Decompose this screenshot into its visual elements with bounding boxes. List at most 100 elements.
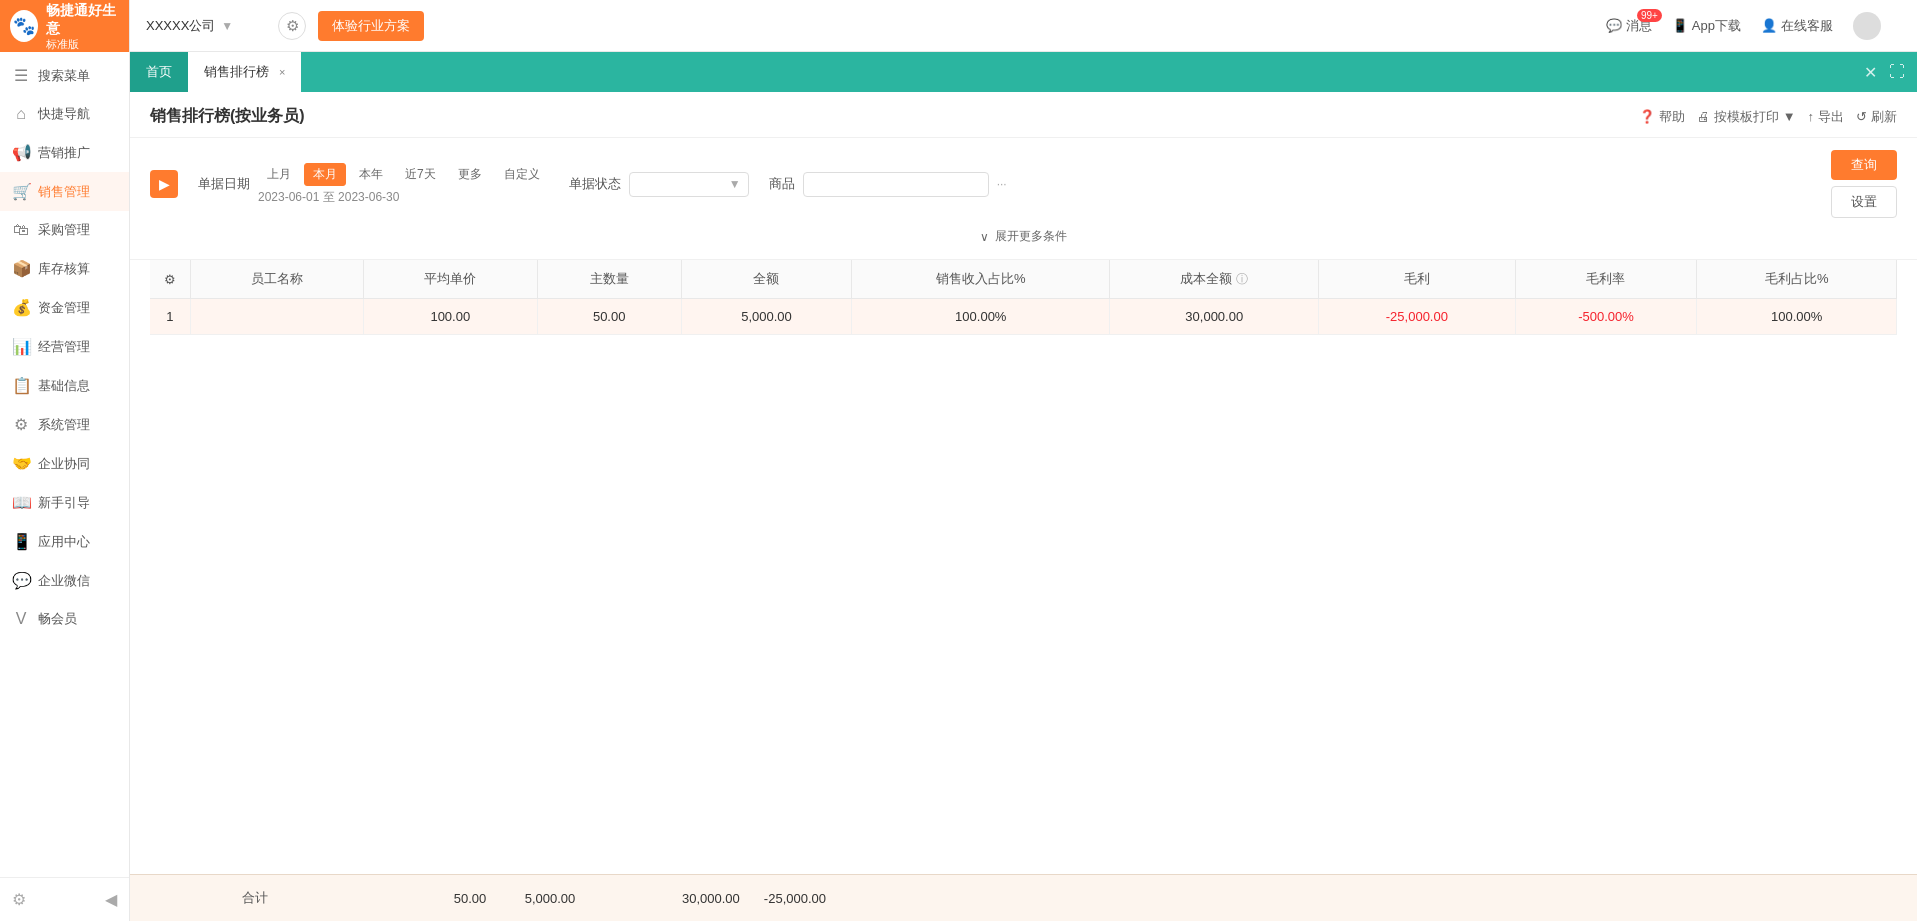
cost-info-icon[interactable]: ⓘ [1236, 272, 1248, 286]
date-btn-7days[interactable]: 近7天 [396, 163, 445, 186]
sidebar-item-应用中心[interactable]: 📱 应用中心 [0, 522, 129, 561]
sidebar-item-企业微信[interactable]: 💬 企业微信 [0, 561, 129, 600]
cell-qty-0: 50.00 [537, 299, 681, 335]
col-amount: 全额 [681, 260, 851, 299]
refresh-button[interactable]: ↺ 刷新 [1856, 108, 1897, 126]
sidebar-nav: ☰ 搜索菜单 ⌂ 快捷导航 📢 营销推广 🛒 销售管理 🛍 采购管理 📦 库存核… [0, 52, 129, 877]
messages-button[interactable]: 💬 消息 99+ [1606, 17, 1652, 35]
settings-gear-button[interactable]: ⚙ [278, 12, 306, 40]
sidebar-item-资金管理[interactable]: 💰 资金管理 [0, 288, 129, 327]
tab-bar-end: ✕ ⛶ [1864, 63, 1917, 82]
template-print-button[interactable]: 🖨 按模板打印 ▼ [1697, 108, 1796, 126]
refresh-icon: ↺ [1856, 109, 1867, 124]
sidebar-label-10: 企业协同 [38, 455, 90, 473]
footer-label: 合计 [230, 885, 350, 911]
sidebar-item-库存核算[interactable]: 📦 库存核算 [0, 249, 129, 288]
table-row: 1 100.00 50.00 5,000.00 100.00% 30,000.0… [150, 299, 1897, 335]
avatar[interactable] [1853, 12, 1881, 40]
sidebar-icon-0: ☰ [12, 66, 30, 85]
sidebar-item-搜索菜单[interactable]: ☰ 搜索菜单 [0, 56, 129, 95]
export-button[interactable]: ↑ 导出 [1808, 108, 1845, 126]
sidebar-item-新手引导[interactable]: 📖 新手引导 [0, 483, 129, 522]
sidebar-icon-9: ⚙ [12, 415, 30, 434]
settings-bottom-icon[interactable]: ⚙ [12, 890, 26, 909]
date-btn-last-month[interactable]: 上月 [258, 163, 300, 186]
date-btn-this-year[interactable]: 本年 [350, 163, 392, 186]
date-btn-custom[interactable]: 自定义 [495, 163, 549, 186]
col-settings-icon[interactable]: ⚙ [150, 260, 190, 299]
goods-input[interactable] [803, 172, 989, 197]
footer-gross-rate [838, 894, 918, 902]
sidebar-logo: 🐾 畅捷通好生意 标准版 [0, 0, 129, 52]
cell-gross-0: -25,000.00 [1319, 299, 1515, 335]
filter-bar: ▶ 单据日期 上月 本月 本年 近7天 更多 自定义 [130, 138, 1917, 260]
goods-more-icon[interactable]: ··· [997, 177, 1007, 191]
action-buttons: 查询 设置 [1831, 150, 1897, 218]
date-buttons: 上月 本月 本年 近7天 更多 自定义 [258, 163, 549, 186]
filter-toggle-button[interactable]: ▶ [150, 170, 178, 198]
sidebar-item-快捷导航[interactable]: ⌂ 快捷导航 [0, 95, 129, 133]
date-btn-more[interactable]: 更多 [449, 163, 491, 186]
collapse-sidebar-icon[interactable]: ◀ [105, 890, 117, 909]
footer-gross: -25,000.00 [752, 887, 838, 910]
col-gross-ratio: 毛利占比% [1697, 260, 1897, 299]
sidebar-item-企业协同[interactable]: 🤝 企业协同 [0, 444, 129, 483]
tab-close-window-icon[interactable]: ✕ [1864, 63, 1877, 82]
col-gross: 毛利 [1319, 260, 1515, 299]
sidebar-item-采购管理[interactable]: 🛍 采购管理 [0, 211, 129, 249]
sidebar-icon-8: 📋 [12, 376, 30, 395]
service-icon: 👤 [1761, 18, 1777, 33]
date-filter-label: 单据日期 [198, 175, 250, 193]
sidebar-icon-6: 💰 [12, 298, 30, 317]
status-filter-label: 单据状态 [569, 175, 621, 193]
tab-close-icon[interactable]: × [279, 66, 285, 78]
column-settings-button[interactable]: 设置 [1831, 186, 1897, 218]
tab-bar: 首页 销售排行榜 × ✕ ⛶ [130, 52, 1917, 92]
sidebar-label-9: 系统管理 [38, 416, 90, 434]
tab-maximize-icon[interactable]: ⛶ [1889, 63, 1905, 81]
footer-cost: 30,000.00 [670, 887, 752, 910]
footer-avg-price [350, 894, 430, 902]
sidebar-item-经营管理[interactable]: 📊 经营管理 [0, 327, 129, 366]
sidebar-icon-11: 📖 [12, 493, 30, 512]
goods-filter-label: 商品 [769, 175, 795, 193]
col-sales-ratio: 销售收入占比% [852, 260, 1110, 299]
app-download-button[interactable]: 📱 App下载 [1672, 17, 1741, 35]
export-icon: ↑ [1808, 109, 1815, 124]
tab-sales-ranking[interactable]: 销售排行榜 × [188, 52, 301, 92]
logo-icon: 🐾 [10, 10, 38, 42]
date-btn-this-month[interactable]: 本月 [304, 163, 346, 186]
status-select-wrapper: ▼ [629, 172, 749, 197]
filter-row: ▶ 单据日期 上月 本月 本年 近7天 更多 自定义 [150, 150, 1897, 218]
sidebar-icon-13: 💬 [12, 571, 30, 590]
status-select[interactable] [629, 172, 749, 197]
date-filter-group: 单据日期 上月 本月 本年 近7天 更多 自定义 2023-06-01 至 20… [198, 163, 549, 206]
sidebar-item-销售管理[interactable]: 🛒 销售管理 [0, 172, 129, 211]
cell-avg-price-0: 100.00 [364, 299, 538, 335]
sidebar-icon-3: 🛒 [12, 182, 30, 201]
sidebar-item-畅会员[interactable]: V 畅会员 [0, 600, 129, 638]
sidebar-label-12: 应用中心 [38, 533, 90, 551]
query-button[interactable]: 查询 [1831, 150, 1897, 180]
tab-active-label: 销售排行榜 [204, 63, 269, 81]
online-service-label: 在线客服 [1781, 17, 1833, 35]
cell-cost-0: 30,000.00 [1110, 299, 1319, 335]
goods-filter-group: 商品 ··· [769, 172, 1007, 197]
app-icon: 📱 [1672, 18, 1688, 33]
expand-conditions-button[interactable]: ∨ 展开更多条件 [150, 222, 1897, 251]
sidebar-icon-7: 📊 [12, 337, 30, 356]
online-service-button[interactable]: 👤 在线客服 [1761, 17, 1833, 35]
cell-sales-ratio-0: 100.00% [852, 299, 1110, 335]
tab-home[interactable]: 首页 [130, 52, 188, 92]
sidebar-label-11: 新手引导 [38, 494, 90, 512]
main-area: XXXXX公司 ▼ ⚙ 体验行业方案 💬 消息 99+ 📱 App下载 👤 在线… [130, 0, 1917, 921]
trial-button[interactable]: 体验行业方案 [318, 11, 424, 41]
sidebar-item-营销推广[interactable]: 📢 营销推广 [0, 133, 129, 172]
sidebar-item-基础信息[interactable]: 📋 基础信息 [0, 366, 129, 405]
print-icon: 🖨 [1697, 109, 1710, 124]
app-download-label: App下载 [1692, 17, 1741, 35]
sidebar-item-系统管理[interactable]: ⚙ 系统管理 [0, 405, 129, 444]
top-header: XXXXX公司 ▼ ⚙ 体验行业方案 💬 消息 99+ 📱 App下载 👤 在线… [130, 0, 1917, 52]
company-selector[interactable]: XXXXX公司 ▼ [146, 17, 266, 35]
help-button[interactable]: ❓ 帮助 [1639, 108, 1685, 126]
